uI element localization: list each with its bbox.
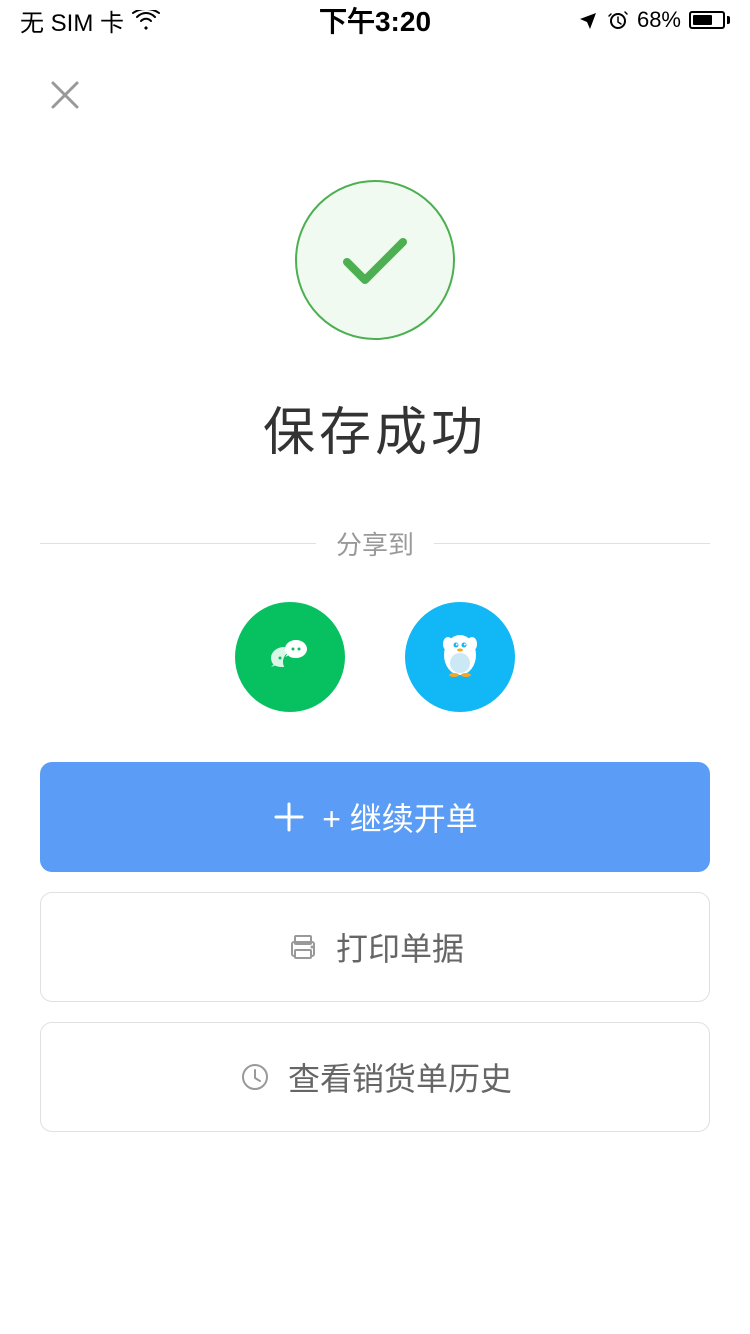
success-icon-circle — [295, 180, 455, 340]
share-wechat-button[interactable] — [235, 602, 345, 712]
history-button-label: 查看销货单历史 — [288, 1054, 512, 1100]
battery-percent: 68% — [637, 7, 681, 33]
success-title: 保存成功 — [263, 390, 487, 465]
wifi-icon — [132, 10, 160, 30]
print-button-label: 打印单据 — [336, 924, 464, 970]
continue-button-label: + 继续开单 — [322, 794, 478, 840]
wechat-icon — [258, 630, 323, 685]
qq-icon — [428, 625, 493, 690]
close-button[interactable] — [40, 70, 90, 120]
share-qq-button[interactable] — [405, 602, 515, 712]
alarm-icon — [607, 9, 629, 31]
checkmark-icon — [335, 220, 415, 300]
history-icon — [238, 1060, 272, 1094]
share-divider: 分享到 — [40, 525, 710, 562]
action-buttons: + 继续开单 打印单据 查看销货单历史 — [40, 762, 710, 1132]
battery-indicator — [689, 11, 730, 29]
status-left: 无 SIM 卡 — [20, 3, 160, 38]
network-status: 无 SIM 卡 — [20, 3, 124, 38]
share-icons-container — [40, 602, 710, 712]
status-bar: 无 SIM 卡 下午3:20 68% — [0, 0, 750, 40]
share-section: 分享到 — [40, 525, 710, 712]
history-button[interactable]: 查看销货单历史 — [40, 1022, 710, 1132]
print-button[interactable]: 打印单据 — [40, 892, 710, 1002]
location-icon — [577, 9, 599, 31]
continue-button[interactable]: + 继续开单 — [40, 762, 710, 872]
status-right: 68% — [577, 7, 730, 33]
print-icon — [286, 930, 320, 964]
main-content: 保存成功 分享到 — [0, 40, 750, 1334]
status-time: 下午3:20 — [319, 0, 431, 40]
share-label: 分享到 — [336, 525, 414, 562]
plus-icon — [272, 800, 306, 834]
